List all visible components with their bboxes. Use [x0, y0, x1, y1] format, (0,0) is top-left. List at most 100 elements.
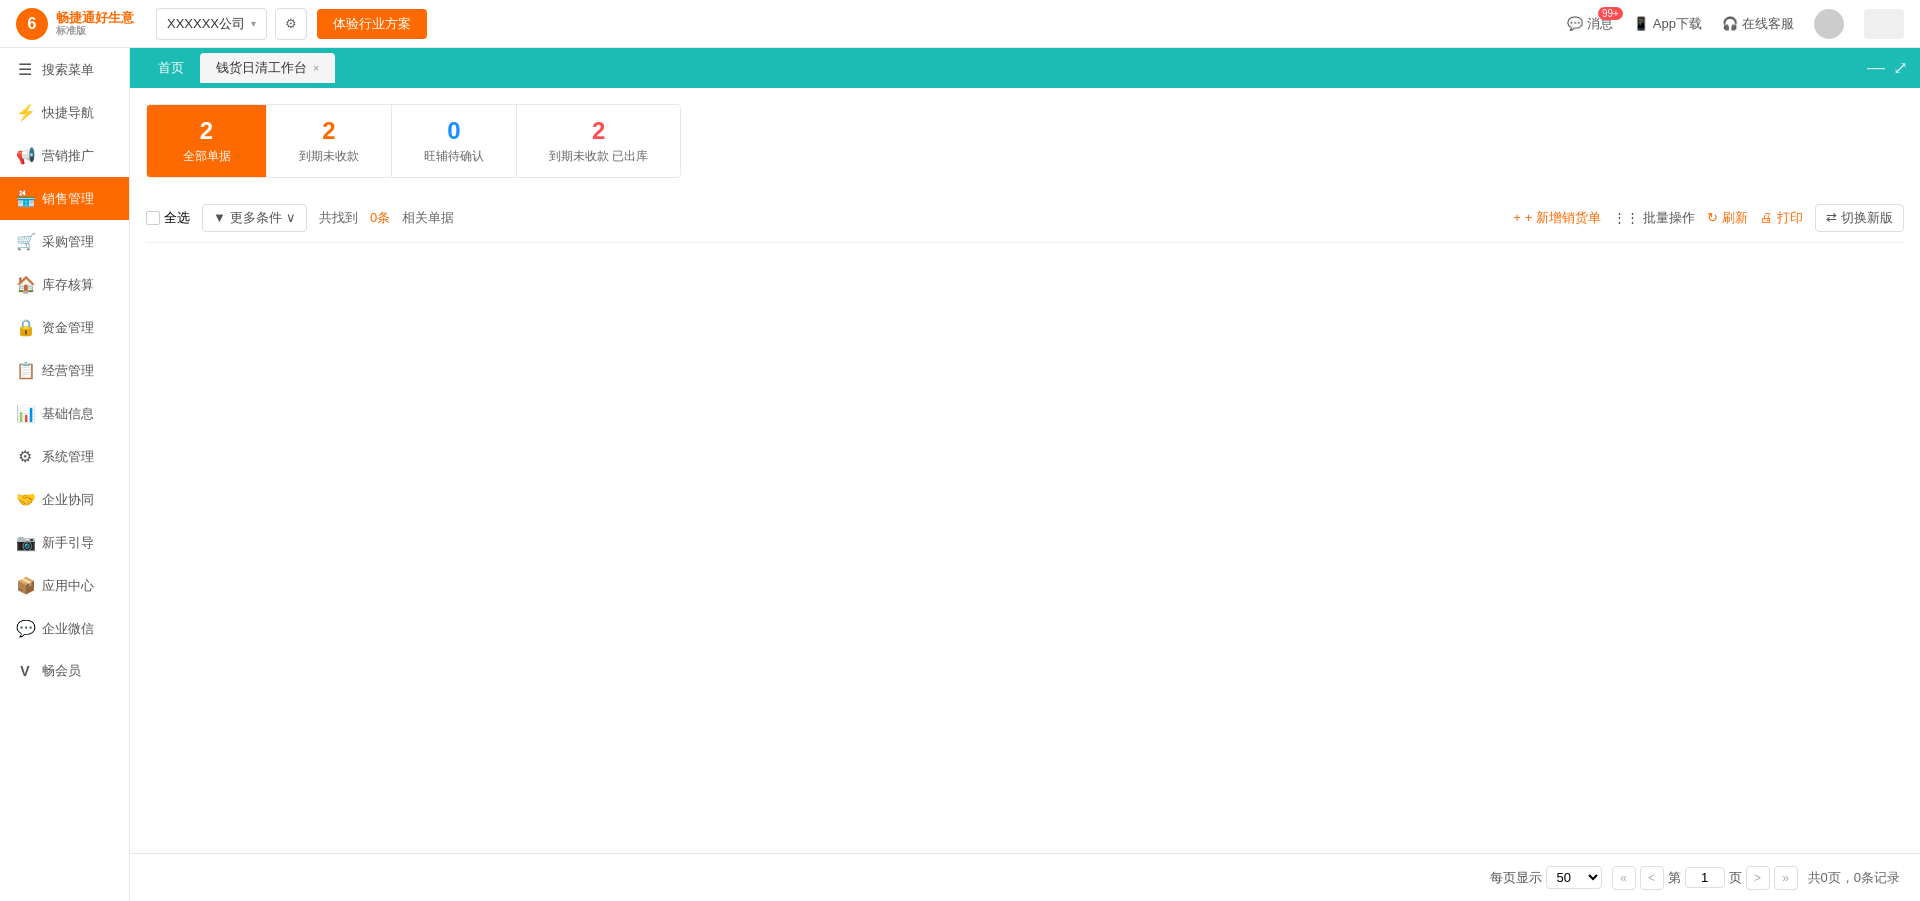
- refresh-label: 刷新: [1722, 209, 1748, 227]
- sidebar-item-cooperation[interactable]: 🤝 企业协同: [0, 478, 129, 521]
- batch-button[interactable]: ⋮⋮ 批量操作: [1613, 209, 1695, 227]
- nav-tabs: 首页 钱货日清工作台 × — ⤢: [130, 48, 1920, 88]
- purchase-icon: 🛒: [16, 232, 34, 251]
- filter-button[interactable]: ▼ 更多条件 ∨: [202, 204, 307, 232]
- app-download-action[interactable]: 📱 App下载: [1633, 15, 1702, 33]
- user-menu[interactable]: [1864, 9, 1904, 39]
- sidebar-item-search-menu[interactable]: ☰ 搜索菜单: [0, 48, 129, 91]
- sidebar-label-weixin: 企业微信: [42, 620, 94, 638]
- message-icon: 💬: [1567, 16, 1583, 31]
- select-all-checkbox[interactable]: 全选: [146, 209, 190, 227]
- card-overdue-label: 到期未收款: [299, 148, 359, 165]
- total-records: 共0页，0条记录: [1808, 869, 1900, 887]
- prev-page-button[interactable]: <: [1640, 866, 1664, 890]
- filter-chevron-icon: ∨: [286, 210, 296, 225]
- app-download-label: App下载: [1653, 15, 1702, 33]
- page-size-selector: 每页显示 50 100 200: [1490, 866, 1602, 889]
- settings-button[interactable]: ⚙: [275, 8, 307, 40]
- message-badge: 99+: [1598, 7, 1623, 20]
- message-action[interactable]: 💬 消息 99+: [1567, 15, 1613, 33]
- sidebar-item-quick-nav[interactable]: ⚡ 快捷导航: [0, 91, 129, 134]
- card-all-label: 全部单据: [179, 148, 234, 165]
- print-button[interactable]: 🖨 打印: [1760, 209, 1803, 227]
- table-area: [146, 253, 1904, 753]
- app-logo-icon: 6: [16, 8, 48, 40]
- add-label: + 新增销货单: [1525, 209, 1601, 227]
- card-wangfu-label: 旺辅待确认: [424, 148, 484, 165]
- tab-close-icon[interactable]: ×: [313, 62, 319, 74]
- page-suffix: 页: [1729, 869, 1742, 887]
- card-overdue-shipped-number: 2: [549, 117, 648, 146]
- card-wangfu-number: 0: [424, 117, 484, 146]
- refresh-icon: ↻: [1707, 210, 1718, 225]
- page-size-select[interactable]: 50 100 200: [1546, 866, 1602, 889]
- print-label: 打印: [1777, 209, 1803, 227]
- sidebar-item-app-center[interactable]: 📦 应用中心: [0, 564, 129, 607]
- company-selector[interactable]: XXXXXX公司 ▾: [156, 8, 267, 40]
- avatar[interactable]: [1814, 9, 1844, 39]
- sidebar-label-sales: 销售管理: [42, 190, 94, 208]
- pagination: 每页显示 50 100 200 « < 第 页 > » 共0页，0条记录: [130, 853, 1920, 901]
- sidebar-item-member[interactable]: V 畅会员: [0, 650, 129, 692]
- sales-icon: 🏪: [16, 189, 34, 208]
- sidebar-item-marketing[interactable]: 📢 营销推广: [0, 134, 129, 177]
- sidebar-item-purchase[interactable]: 🛒 采购管理: [0, 220, 129, 263]
- sidebar-label-inventory: 库存核算: [42, 276, 94, 294]
- sidebar-label-quick-nav: 快捷导航: [42, 104, 94, 122]
- switch-button[interactable]: ⇄ 切换新版: [1815, 204, 1904, 232]
- sidebar-item-finance[interactable]: 🔒 资金管理: [0, 306, 129, 349]
- sidebar-label-finance: 资金管理: [42, 319, 94, 337]
- sidebar-item-system[interactable]: ⚙ 系统管理: [0, 435, 129, 478]
- sidebar-item-inventory[interactable]: 🏠 库存核算: [0, 263, 129, 306]
- tab-home[interactable]: 首页: [142, 53, 200, 83]
- sidebar-label-basic-info: 基础信息: [42, 405, 94, 423]
- card-all[interactable]: 2 全部单据: [147, 105, 267, 177]
- app-subtitle: 标准版: [56, 25, 134, 37]
- toolbar: 全选 ▼ 更多条件 ∨ 共找到 0条 相关单据 + + 新增销货单 ⋮⋮ 批量操…: [146, 194, 1904, 243]
- refresh-button[interactable]: ↻ 刷新: [1707, 209, 1748, 227]
- sidebar: ☰ 搜索菜单 ⚡ 快捷导航 📢 营销推广 🏪 销售管理 🛒 采购管理 🏠 库存核…: [0, 48, 130, 901]
- trial-button[interactable]: 体验行业方案: [317, 9, 427, 39]
- sidebar-item-guide[interactable]: 📷 新手引导: [0, 521, 129, 564]
- next-page-button[interactable]: >: [1746, 866, 1770, 890]
- add-sale-button[interactable]: + + 新增销货单: [1513, 209, 1601, 227]
- card-overdue-shipped-label: 到期未收款 已出库: [549, 148, 648, 165]
- system-icon: ⚙: [16, 447, 34, 466]
- weixin-icon: 💬: [16, 619, 34, 638]
- content-wrapper: 2 全部单据 2 到期未收款 0 旺辅待确认 2 到期未收款 已出库 全选: [130, 88, 1920, 901]
- app-download-icon: 📱: [1633, 16, 1649, 31]
- batch-icon: ⋮⋮: [1613, 210, 1639, 225]
- summary-cards: 2 全部单据 2 到期未收款 0 旺辅待确认 2 到期未收款 已出库: [146, 104, 681, 178]
- card-overdue-shipped[interactable]: 2 到期未收款 已出库: [517, 105, 680, 177]
- checkbox-icon: [146, 211, 160, 225]
- online-service-action[interactable]: 🎧 在线客服: [1722, 15, 1794, 33]
- logo-text: 畅捷通好生意 标准版: [56, 10, 134, 38]
- sidebar-item-operations[interactable]: 📋 经营管理: [0, 349, 129, 392]
- found-suffix: 相关单据: [402, 209, 454, 227]
- last-page-button[interactable]: »: [1774, 866, 1798, 890]
- tab-current[interactable]: 钱货日清工作台 ×: [200, 53, 335, 83]
- found-count: 0条: [370, 209, 390, 227]
- sidebar-label-purchase: 采购管理: [42, 233, 94, 251]
- headset-icon: 🎧: [1722, 16, 1738, 31]
- app-title: 畅捷通好生意: [56, 10, 134, 26]
- filter-label: 更多条件: [230, 209, 282, 227]
- marketing-icon: 📢: [16, 146, 34, 165]
- minimize-icon[interactable]: —: [1867, 57, 1885, 79]
- finance-icon: 🔒: [16, 318, 34, 337]
- expand-icon[interactable]: ⤢: [1893, 57, 1908, 79]
- sidebar-item-basic-info[interactable]: 📊 基础信息: [0, 392, 129, 435]
- current-page-input[interactable]: [1685, 867, 1725, 888]
- guide-icon: 📷: [16, 533, 34, 552]
- card-overdue[interactable]: 2 到期未收款: [267, 105, 392, 177]
- sidebar-item-weixin[interactable]: 💬 企业微信: [0, 607, 129, 650]
- cooperation-icon: 🤝: [16, 490, 34, 509]
- select-all-label: 全选: [164, 209, 190, 227]
- sidebar-item-sales[interactable]: 🏪 销售管理: [0, 177, 129, 220]
- switch-label: 切换新版: [1841, 209, 1893, 227]
- card-wangfu[interactable]: 0 旺辅待确认: [392, 105, 517, 177]
- online-service-label: 在线客服: [1742, 15, 1794, 33]
- print-icon: 🖨: [1760, 210, 1773, 225]
- found-prefix: 共找到: [319, 209, 358, 227]
- first-page-button[interactable]: «: [1612, 866, 1636, 890]
